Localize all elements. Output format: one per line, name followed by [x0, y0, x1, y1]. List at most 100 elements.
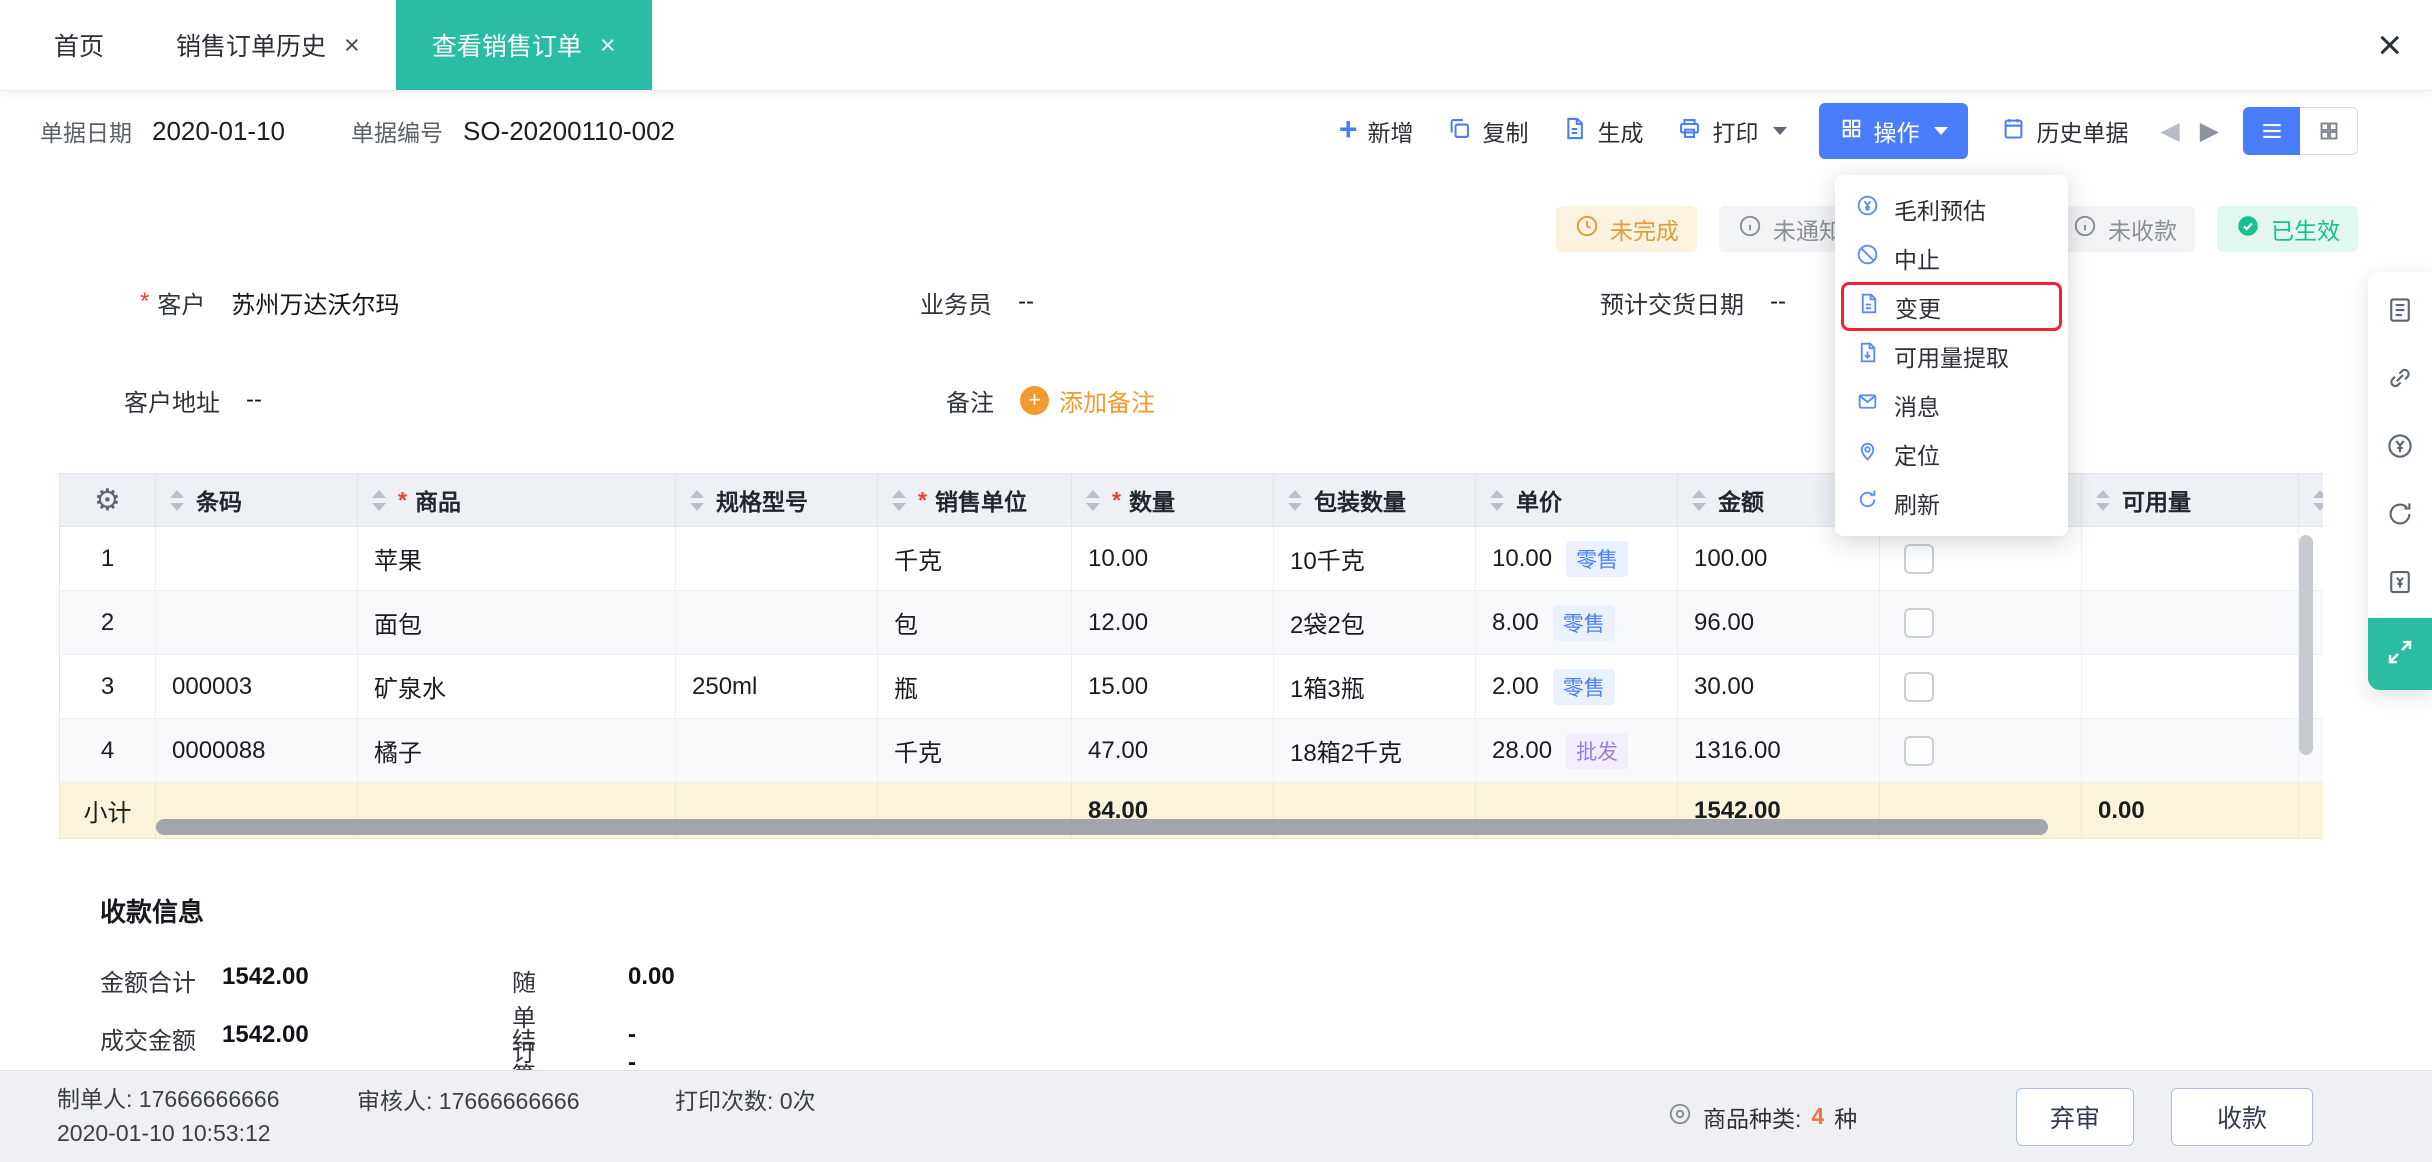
table-row[interactable]: 2 面包 包 12.00 2袋2包 8.00 零售 96.00: [60, 591, 2323, 655]
menu-item-message[interactable]: 消息: [1835, 380, 2068, 429]
cell-unit[interactable]: 千克: [878, 719, 1072, 783]
rail-link-item[interactable]: [2368, 346, 2432, 414]
cell-pack-qty[interactable]: 2袋2包: [1274, 591, 1476, 655]
customer-field[interactable]: * 客户 苏州万达沃尔玛: [140, 276, 399, 328]
sort-icon[interactable]: [1490, 489, 1504, 511]
cell-spec[interactable]: 250ml: [676, 655, 878, 719]
prev-record-arrow[interactable]: ◀: [2161, 116, 2180, 146]
header-spec[interactable]: 规格型号: [676, 473, 878, 527]
cell-barcode[interactable]: [156, 527, 358, 591]
rail-order-detail-item[interactable]: [2368, 278, 2432, 346]
receive-payment-button[interactable]: 收款: [2171, 1087, 2313, 1146]
menu-item-profit-estimate[interactable]: 毛利预估: [1835, 184, 2068, 233]
cell-unit[interactable]: 包: [878, 591, 1072, 655]
clock-icon: [1574, 213, 1600, 245]
rail-expand-item[interactable]: [2368, 618, 2432, 690]
cell-amount[interactable]: 1316.00: [1678, 719, 1880, 783]
rail-invoice-item[interactable]: [2368, 550, 2432, 618]
cell-product[interactable]: 橘子: [358, 719, 676, 783]
gear-icon[interactable]: ⚙: [94, 483, 121, 518]
row-checkbox[interactable]: [1904, 735, 1934, 766]
cell-unit[interactable]: 瓶: [878, 655, 1072, 719]
sort-icon[interactable]: [170, 489, 184, 511]
cell-qty[interactable]: 10.00: [1072, 527, 1274, 591]
cell-qty[interactable]: 47.00: [1072, 719, 1274, 783]
cell-amount[interactable]: 96.00: [1678, 591, 1880, 655]
print-button[interactable]: 打印: [1676, 114, 1787, 148]
cell-barcode[interactable]: 0000088: [156, 719, 358, 783]
cell-spec[interactable]: [676, 591, 878, 655]
menu-item-refresh[interactable]: 刷新: [1835, 478, 2068, 527]
salesman-field[interactable]: 业务员 --: [920, 276, 1034, 328]
grid-view-toggle[interactable]: [2300, 107, 2358, 155]
menu-item-extract-available[interactable]: 可用量提取: [1835, 331, 2068, 380]
cell-pack-qty[interactable]: 1箱3瓶: [1274, 655, 1476, 719]
grid-icon: [1839, 116, 1864, 147]
cell-spec[interactable]: [676, 719, 878, 783]
next-record-arrow[interactable]: ▶: [2200, 116, 2219, 146]
cell-barcode[interactable]: [156, 591, 358, 655]
vertical-scrollbar[interactable]: [2299, 535, 2313, 755]
sort-icon[interactable]: [690, 489, 704, 511]
sort-icon[interactable]: [892, 489, 906, 511]
cell-qty[interactable]: 15.00: [1072, 655, 1274, 719]
header-clipped[interactable]: [2299, 473, 2323, 527]
close-icon[interactable]: ×: [600, 31, 616, 59]
sort-icon[interactable]: [372, 489, 386, 511]
tab-sales-order-history[interactable]: 销售订单历史 ×: [140, 0, 396, 90]
delivery-date-field[interactable]: 预计交货日期 --: [1600, 276, 1786, 328]
horizontal-scrollbar[interactable]: [156, 819, 2048, 835]
cell-qty[interactable]: 12.00: [1072, 591, 1274, 655]
sort-icon[interactable]: [1288, 489, 1302, 511]
cell-barcode[interactable]: 000003: [156, 655, 358, 719]
cell-spec[interactable]: [676, 527, 878, 591]
header-pack-qty[interactable]: 包装数量: [1274, 473, 1476, 527]
add-remark-button[interactable]: + 添加备注: [1020, 383, 1155, 418]
cell-price[interactable]: 28.00 批发: [1476, 719, 1678, 783]
cell-unit[interactable]: 千克: [878, 527, 1072, 591]
menu-item-locate[interactable]: 定位: [1835, 429, 2068, 478]
sort-icon[interactable]: [1086, 489, 1100, 511]
row-checkbox[interactable]: [1904, 543, 1934, 574]
cell-product[interactable]: 矿泉水: [358, 655, 676, 719]
cell-amount[interactable]: 100.00: [1678, 527, 1880, 591]
cell-price[interactable]: 10.00 零售: [1476, 527, 1678, 591]
cell-pack-qty[interactable]: 18箱2千克: [1274, 719, 1476, 783]
row-checkbox[interactable]: [1904, 671, 1934, 702]
history-documents-button[interactable]: 历史单据: [2000, 114, 2129, 148]
header-price[interactable]: 单价: [1476, 473, 1678, 527]
unaudit-button[interactable]: 弃审: [2016, 1087, 2134, 1146]
window-close-icon[interactable]: ×: [2377, 24, 2402, 66]
table-row[interactable]: 4 0000088 橘子 千克 47.00 18箱2千克 28.00 批发 131…: [60, 719, 2323, 783]
menu-item-change[interactable]: 变更: [1841, 282, 2062, 331]
copy-button[interactable]: 复制: [1446, 114, 1529, 148]
sort-icon[interactable]: [2313, 489, 2323, 511]
cell-amount[interactable]: 30.00: [1678, 655, 1880, 719]
header-available[interactable]: 可用量: [2082, 473, 2299, 527]
tab-home[interactable]: 首页: [18, 0, 140, 90]
list-view-toggle[interactable]: [2243, 107, 2301, 155]
add-button[interactable]: + 新增: [1339, 113, 1414, 148]
generate-button[interactable]: 生成: [1561, 114, 1644, 148]
table-row[interactable]: 3 000003 矿泉水 250ml 瓶 15.00 1箱3瓶 2.00 零售 3…: [60, 655, 2323, 719]
rail-sync-item[interactable]: [2368, 482, 2432, 550]
sort-icon[interactable]: [2096, 489, 2110, 511]
cell-price[interactable]: 8.00 零售: [1476, 591, 1678, 655]
close-icon[interactable]: ×: [344, 31, 360, 59]
cell-pack-qty[interactable]: 10千克: [1274, 527, 1476, 591]
actions-button[interactable]: 操作: [1818, 103, 1968, 159]
cell-product[interactable]: 面包: [358, 591, 676, 655]
sort-icon[interactable]: [1692, 489, 1706, 511]
header-product[interactable]: * 商品: [358, 473, 676, 527]
header-barcode[interactable]: 条码: [156, 473, 358, 527]
cell-price[interactable]: 2.00 零售: [1476, 655, 1678, 719]
rail-money-item[interactable]: [2368, 414, 2432, 482]
column-settings-header[interactable]: ⚙: [60, 473, 156, 527]
header-unit[interactable]: * 销售单位: [878, 473, 1072, 527]
table-row[interactable]: 1 苹果 千克 10.00 10千克 10.00 零售 100.00: [60, 527, 2323, 591]
tab-view-sales-order[interactable]: 查看销售订单 ×: [395, 0, 652, 90]
menu-item-stop[interactable]: 中止: [1835, 233, 2068, 282]
row-checkbox[interactable]: [1904, 607, 1934, 638]
header-qty[interactable]: * 数量: [1072, 473, 1274, 527]
cell-product[interactable]: 苹果: [358, 527, 676, 591]
